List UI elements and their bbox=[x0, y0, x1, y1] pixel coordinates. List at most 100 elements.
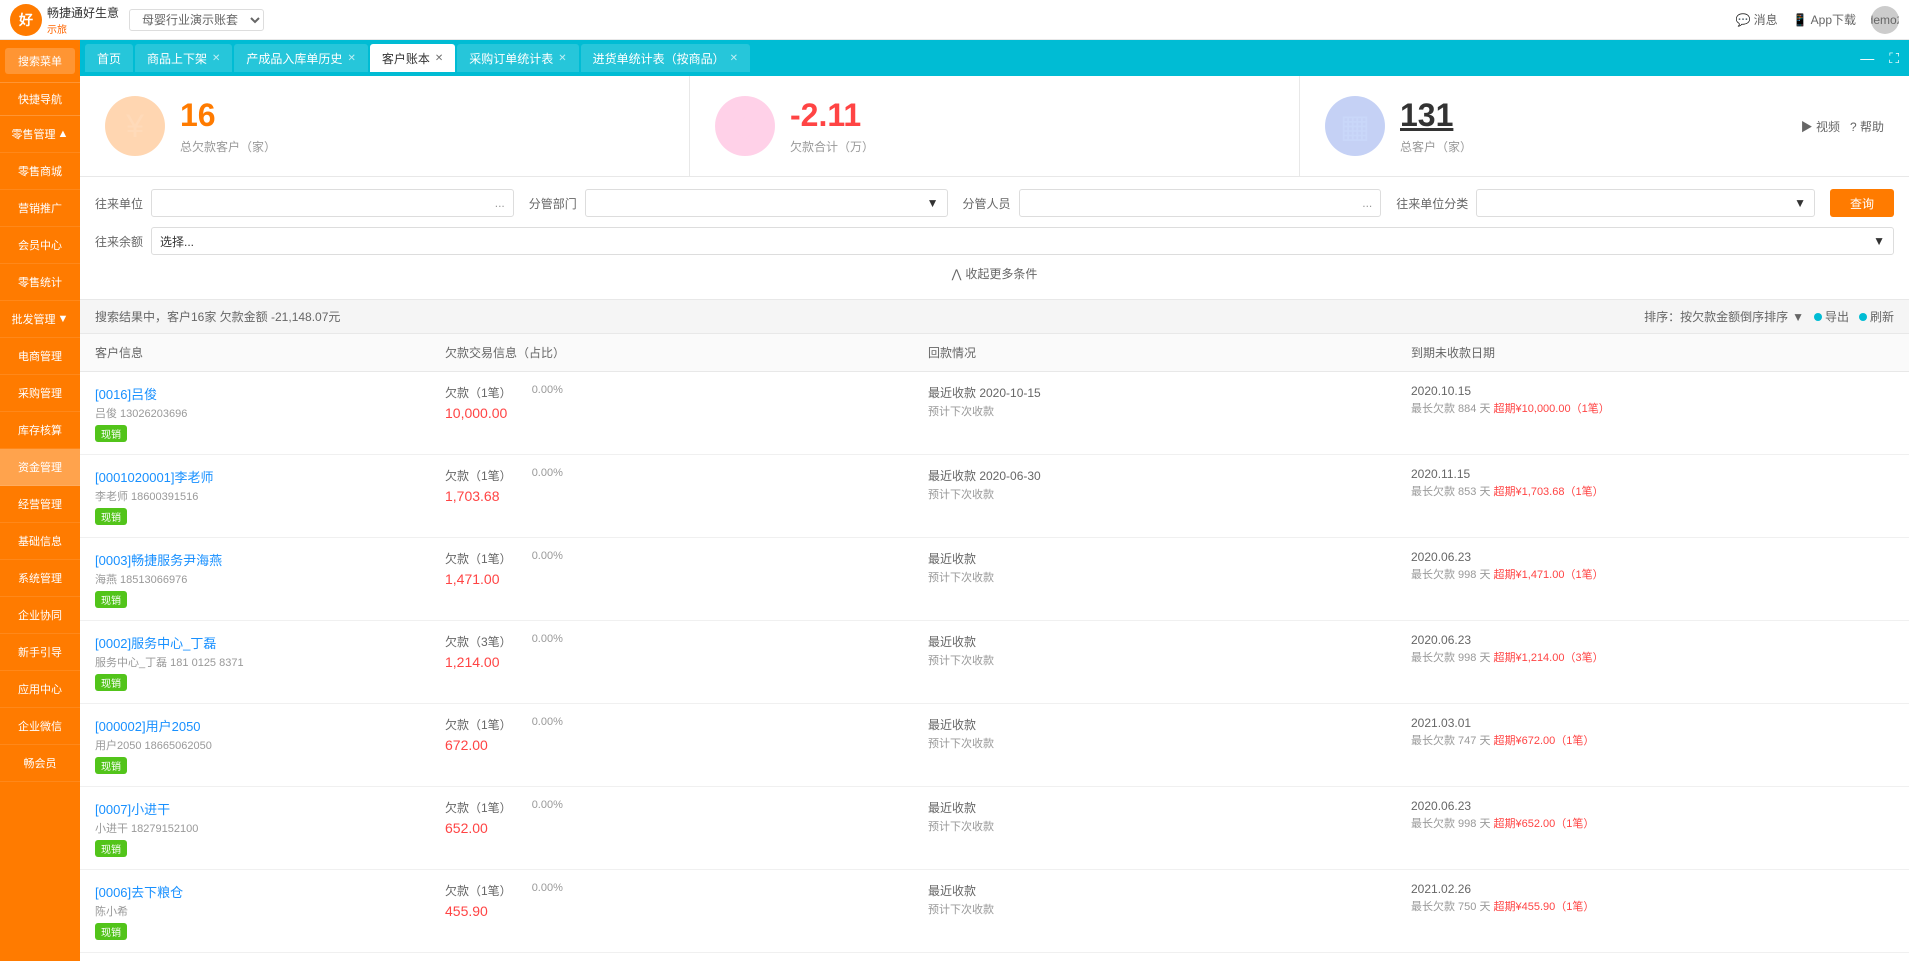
sidebar-item-purchase[interactable]: 采购管理 bbox=[0, 375, 80, 412]
sidebar-item-capital[interactable]: 资金管理 bbox=[0, 449, 80, 486]
help-btn[interactable]: ? 帮助 bbox=[1850, 118, 1884, 135]
refresh-button[interactable]: 刷新 bbox=[1859, 308, 1894, 325]
stats-row: ¥ 16 总欠款客户（家） ◇ -2.11 欠款合计（万） bbox=[80, 76, 1909, 177]
table-row: [0002]服务中心_丁磊 服务中心_丁磊 181 0125 8371 现销 欠… bbox=[80, 621, 1909, 704]
close-purchase-tab[interactable]: ✕ bbox=[558, 53, 566, 64]
sidebar-item-retail-store[interactable]: 零售商城 bbox=[0, 153, 80, 190]
customer-name-3[interactable]: [0002]服务中心_丁磊 bbox=[95, 633, 445, 652]
close-goods-tab[interactable]: ✕ bbox=[212, 53, 220, 64]
sidebar-search-area: 搜索菜单 bbox=[0, 40, 80, 83]
dept-select[interactable]: ▼ bbox=[585, 189, 948, 217]
sidebar-item-system[interactable]: 系统管理 bbox=[0, 560, 80, 597]
sidebar-item-app-center[interactable]: 应用中心 bbox=[0, 671, 80, 708]
debt-cell-1: 欠款（1笔） 1,703.68 0.00% bbox=[445, 467, 928, 525]
sidebar-item-retail-stats[interactable]: 零售统计 bbox=[0, 264, 80, 301]
customer-name-6[interactable]: [0006]去下粮仓 bbox=[95, 882, 445, 901]
stat-icon-customers: ¥ bbox=[105, 96, 165, 156]
debt-amount-6: 455.90 bbox=[445, 903, 512, 919]
tab-goods[interactable]: 商品上下架 ✕ bbox=[135, 44, 232, 72]
sidebar-item-guide[interactable]: 新手引导 bbox=[0, 634, 80, 671]
minimize-btn[interactable]: — bbox=[1855, 50, 1879, 66]
maximize-btn[interactable]: ⛶ bbox=[1884, 50, 1904, 67]
customer-name-2[interactable]: [0003]畅捷服务尹海燕 bbox=[95, 550, 445, 569]
tab-home[interactable]: 首页 bbox=[85, 44, 133, 72]
sort-label: 排序：按欠款金额倒序排序 bbox=[1644, 308, 1788, 325]
sidebar-item-marketing[interactable]: 营销推广 bbox=[0, 190, 80, 227]
person-input[interactable]: ... bbox=[1019, 189, 1382, 217]
sidebar-item-operations[interactable]: 经营管理 bbox=[0, 486, 80, 523]
return-last-0: 最近收款 2020-10-15 bbox=[928, 384, 1411, 401]
debt-cell-4: 欠款（1笔） 672.00 0.00% bbox=[445, 716, 928, 774]
search-button[interactable]: 查询 bbox=[1830, 189, 1894, 217]
table-row: [0016]吕俊 吕俊 13026203696 现销 欠款（1笔） 10,000… bbox=[80, 372, 1909, 455]
arrow-icon-batch: ▼ bbox=[58, 313, 69, 325]
customer-cell-1: [0001020001]李老师 李老师 18600391516 现销 bbox=[95, 467, 445, 525]
stat-info-debt: -2.11 欠款合计（万） bbox=[790, 97, 874, 155]
customer-cell-2: [0003]畅捷服务尹海燕 海燕 18513066976 现销 bbox=[95, 550, 445, 608]
stat-card-customers: ¥ 16 总欠款客户（家） bbox=[80, 76, 690, 176]
tab-inventory[interactable]: 进货单统计表（按商品） ✕ bbox=[581, 44, 750, 72]
video-btn[interactable]: ▶ 视频 bbox=[1801, 118, 1840, 135]
balance-label: 往来余额 bbox=[95, 233, 143, 250]
quick-nav-item[interactable]: 快捷导航 bbox=[0, 83, 80, 116]
sidebar-item-member[interactable]: 会员中心 bbox=[0, 227, 80, 264]
filter-customer-unit: 往来单位 ... bbox=[95, 189, 514, 217]
main-layout: 搜索菜单 快捷导航 零售管理 ▲ 零售商城 营销推广 会员中心 零售统计 批发管… bbox=[0, 40, 1909, 961]
tab-customer[interactable]: 客户账本 ✕ bbox=[370, 44, 455, 72]
customer-name-4[interactable]: [000002]用户2050 bbox=[95, 716, 445, 735]
sidebar-item-basic-info[interactable]: 基础信息 bbox=[0, 523, 80, 560]
dept-label: 分管部门 bbox=[529, 195, 577, 212]
message-btn[interactable]: 💬 消息 bbox=[1736, 11, 1778, 28]
sidebar-item-member-annual[interactable]: 畅会员 bbox=[0, 745, 80, 782]
balance-select[interactable]: 选择... ▼ bbox=[151, 227, 1894, 255]
close-production-tab[interactable]: ✕ bbox=[347, 53, 355, 64]
customer-name-0[interactable]: [0016]吕俊 bbox=[95, 384, 445, 403]
company-select[interactable]: 母婴行业演示账套 bbox=[129, 9, 264, 31]
overdue-link-2[interactable]: 超期¥1,471.00（1笔） bbox=[1494, 569, 1604, 581]
filter-unit-category: 往来单位分类 ▼ bbox=[1396, 189, 1815, 217]
debt-count-2: 欠款（1笔） bbox=[445, 550, 512, 567]
sidebar-item-batch-mgmt[interactable]: 批发管理 ▼ bbox=[0, 301, 80, 338]
sort-select[interactable]: 排序：按欠款金额倒序排序 ▼ bbox=[1644, 308, 1804, 325]
tab-purchase[interactable]: 采购订单统计表 ✕ bbox=[457, 44, 578, 72]
sidebar-item-inventory[interactable]: 库存核算 bbox=[0, 412, 80, 449]
customer-unit-input[interactable]: ... bbox=[151, 189, 514, 217]
debt-count-5: 欠款（1笔） bbox=[445, 799, 512, 816]
result-bar: 搜索结果中，客户16家 欠款金额 -21,148.07元 排序：按欠款金额倒序排… bbox=[80, 300, 1909, 334]
overdue-link-4[interactable]: 超期¥672.00（1笔） bbox=[1494, 735, 1595, 747]
data-table: 客户信息 欠款交易信息（占比） 回款情况 到期未收款日期 [0016]吕俊 吕俊… bbox=[80, 334, 1909, 961]
tab-production[interactable]: 产成品入库单历史 ✕ bbox=[234, 44, 367, 72]
overdue-link-5[interactable]: 超期¥652.00（1笔） bbox=[1494, 818, 1595, 830]
customer-name-5[interactable]: [0007]小进干 bbox=[95, 799, 445, 818]
search-menu-button[interactable]: 搜索菜单 bbox=[5, 48, 75, 74]
status-tag-4: 现销 bbox=[95, 757, 127, 774]
sidebar-item-wechat[interactable]: 企业微信 bbox=[0, 708, 80, 745]
close-inventory-tab[interactable]: ✕ bbox=[730, 53, 738, 64]
unit-category-select[interactable]: ▼ bbox=[1476, 189, 1815, 217]
top-bar-right: 💬 消息 📱 App下载 demo2 bbox=[1736, 6, 1899, 34]
close-customer-tab[interactable]: ✕ bbox=[435, 53, 443, 64]
collapse-button[interactable]: ⋀ 收起更多条件 bbox=[95, 265, 1894, 282]
sidebar-label-batch-mgmt: 批发管理 bbox=[12, 311, 56, 327]
return-last-6: 最近收款 bbox=[928, 882, 1411, 899]
customer-sub-4: 用户2050 18665062050 bbox=[95, 737, 445, 753]
overdue-link-6[interactable]: 超期¥455.90（1笔） bbox=[1494, 901, 1595, 913]
due-cell-1: 2020.11.15 最长欠款 853 天 超期¥1,703.68（1笔） bbox=[1411, 467, 1894, 525]
header-customer: 客户信息 bbox=[95, 344, 445, 361]
sidebar-item-retail-mgmt[interactable]: 零售管理 ▲ bbox=[0, 116, 80, 153]
overdue-days-2: 最长欠款 998 天 超期¥1,471.00（1笔） bbox=[1411, 566, 1894, 582]
avatar[interactable]: demo2 bbox=[1871, 6, 1899, 34]
overdue-link-1[interactable]: 超期¥1,703.68（1笔） bbox=[1494, 486, 1604, 498]
stat-label-debt: 欠款合计（万） bbox=[790, 138, 874, 155]
phone-icon: 📱 bbox=[1793, 13, 1808, 27]
page-content: ¥ 16 总欠款客户（家） ◇ -2.11 欠款合计（万） bbox=[80, 76, 1909, 961]
overdue-link-3[interactable]: 超期¥1,214.00（3笔） bbox=[1494, 652, 1604, 664]
top-bar-left: 好 畅捷通好生意 示旅 母婴行业演示账套 bbox=[10, 4, 264, 36]
sidebar-item-enterprise[interactable]: 企业协同 bbox=[0, 597, 80, 634]
app-download-btn[interactable]: 📱 App下载 bbox=[1793, 11, 1856, 28]
debt-info-0: 欠款（1笔） 10,000.00 0.00% bbox=[445, 384, 928, 421]
customer-name-1[interactable]: [0001020001]李老师 bbox=[95, 467, 445, 486]
overdue-link-0[interactable]: 超期¥10,000.00（1笔） bbox=[1494, 403, 1610, 415]
sidebar-item-ecommerce[interactable]: 电商管理 bbox=[0, 338, 80, 375]
export-button[interactable]: 导出 bbox=[1814, 308, 1849, 325]
